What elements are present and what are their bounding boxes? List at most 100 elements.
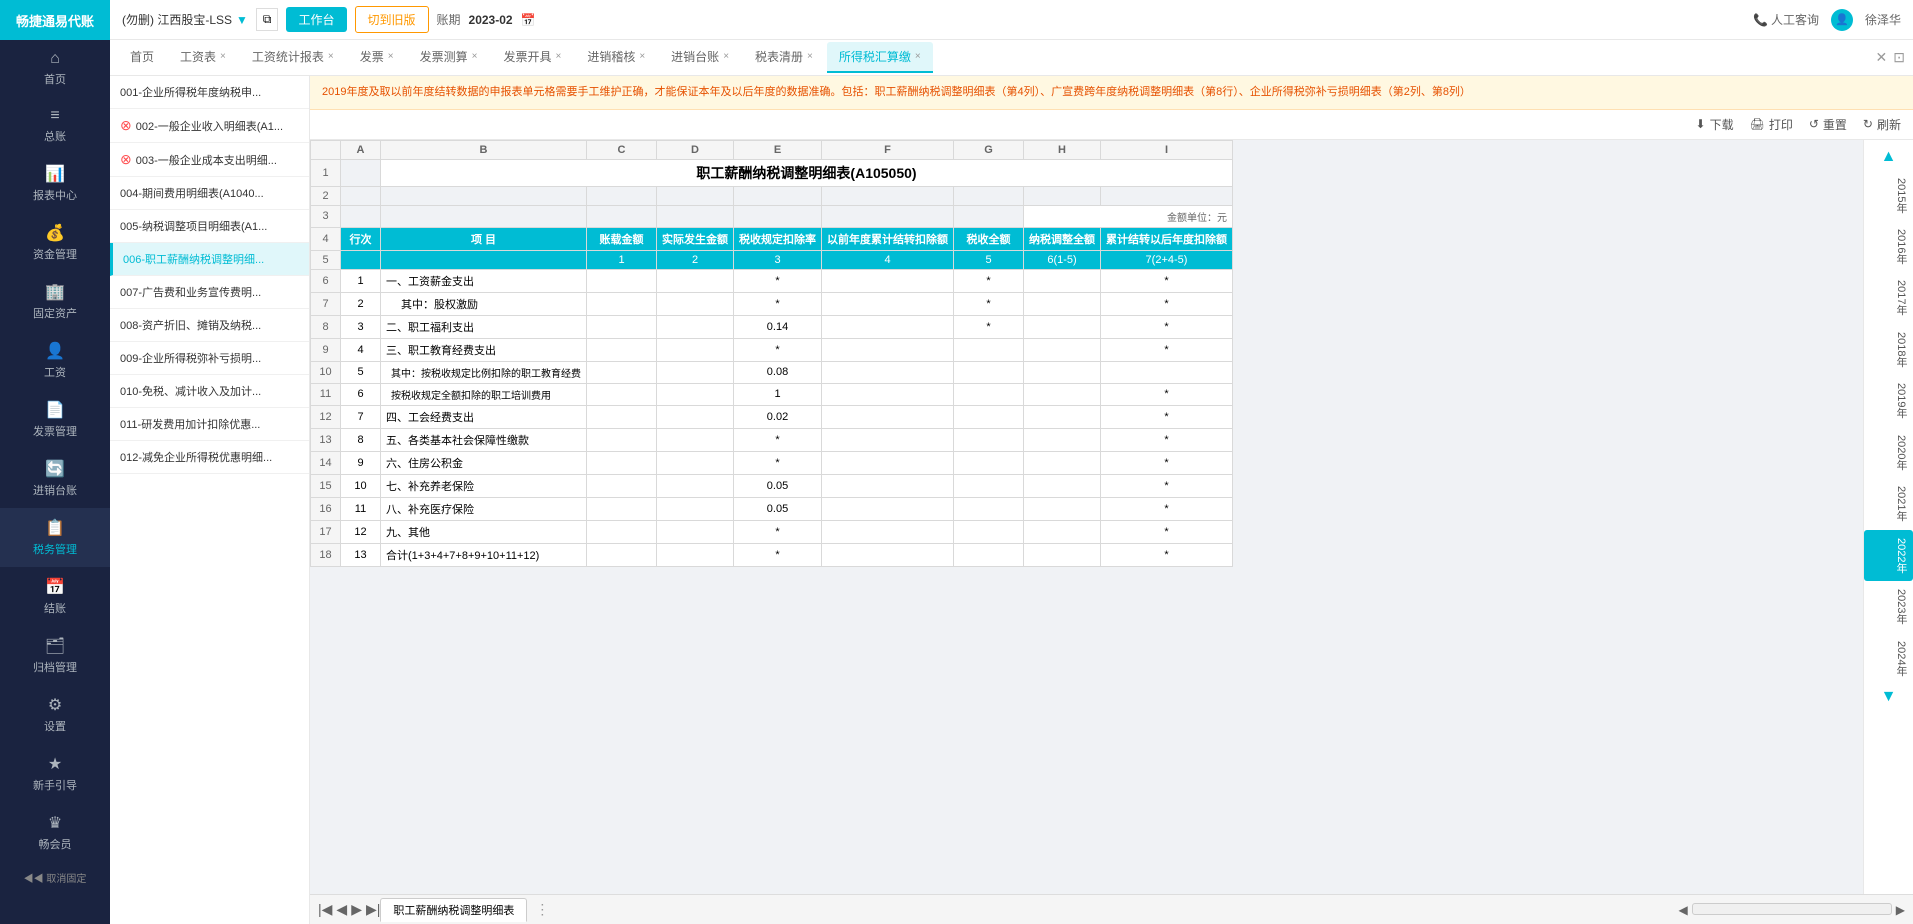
tab-inout-ledger-close[interactable]: × (723, 51, 729, 62)
tab-inout-check[interactable]: 进销稽核 × (575, 42, 657, 73)
cell-12-D[interactable] (657, 405, 734, 428)
list-item-004[interactable]: 004-期间费用明细表(A1040... (110, 177, 309, 210)
cell-18-H[interactable] (1024, 543, 1101, 566)
tab-close-all[interactable]: ✕ (1876, 49, 1888, 66)
cell-13-C[interactable] (587, 428, 657, 451)
cell-15-H[interactable] (1024, 474, 1101, 497)
sheet-options-icon[interactable]: ⋮ (535, 901, 549, 918)
cell-17-H[interactable] (1024, 520, 1101, 543)
table-wrapper[interactable]: A B C D E F G H I (310, 140, 1863, 895)
tab-invoice-open[interactable]: 发票开具 × (491, 42, 573, 73)
list-item-009[interactable]: 009-企业所得税弥补亏损明... (110, 342, 309, 375)
cell-16-H[interactable] (1024, 497, 1101, 520)
cell-7-H[interactable] (1024, 292, 1101, 315)
year-2016[interactable]: 2016年 (1864, 221, 1913, 272)
cell-10-H[interactable] (1024, 361, 1101, 383)
cell-16-C[interactable] (587, 497, 657, 520)
calendar-icon[interactable]: 📅 (521, 13, 536, 27)
refresh-button[interactable]: ↻ 刷新 (1863, 116, 1901, 133)
list-item-012[interactable]: 012-减免企业所得税优惠明细... (110, 441, 309, 474)
cancel-fixed-btn[interactable]: ◀◀ 取消固定 (0, 862, 110, 893)
cell-18-C[interactable] (587, 543, 657, 566)
list-item-006[interactable]: 006-职工薪酬纳税调整明细... (110, 243, 309, 276)
sidebar-item-guide[interactable]: ★ 新手引导 (0, 744, 110, 803)
tab-home[interactable]: 首页 (118, 42, 166, 73)
cell-7-F[interactable] (822, 292, 954, 315)
tab-invoice-open-close[interactable]: × (555, 51, 561, 62)
scroll-right-btn[interactable]: ▶ (1896, 903, 1905, 917)
cell-9-H[interactable] (1024, 338, 1101, 361)
cell-13-H[interactable] (1024, 428, 1101, 451)
tab-invoice-calc-close[interactable]: × (472, 51, 478, 62)
sidebar-item-fixed[interactable]: 🏢 固定资产 (0, 272, 110, 331)
list-item-003[interactable]: ⊗ 003-一般企业成本支出明细... (110, 143, 309, 177)
tab-tax-clearance[interactable]: 税表清册 × (743, 42, 825, 73)
cell-17-F[interactable] (822, 520, 954, 543)
sidebar-item-invoice[interactable]: 📄 发票管理 (0, 390, 110, 449)
cell-15-F[interactable] (822, 474, 954, 497)
reset-button[interactable]: ↺ 重置 (1809, 116, 1847, 133)
cell-12-F[interactable] (822, 405, 954, 428)
cell-9-D[interactable] (657, 338, 734, 361)
cell-17-D[interactable] (657, 520, 734, 543)
cell-6-H[interactable] (1024, 269, 1101, 292)
sidebar-item-home[interactable]: ⌂ 首页 (0, 40, 110, 97)
nav-last[interactable]: ▶| (366, 901, 380, 918)
year-scroll-up[interactable]: ▲ (1877, 144, 1901, 170)
cell-13-D[interactable] (657, 428, 734, 451)
cell-13-F[interactable] (822, 428, 954, 451)
nav-first[interactable]: |◀ (318, 901, 332, 918)
cell-6-C[interactable] (587, 269, 657, 292)
cell-12-C[interactable] (587, 405, 657, 428)
year-2022[interactable]: 2022年 (1864, 530, 1913, 581)
workspace-button[interactable]: 工作台 (286, 7, 346, 32)
cell-10-F[interactable] (822, 361, 954, 383)
tab-inout-check-close[interactable]: × (639, 51, 645, 62)
cell-18-D[interactable] (657, 543, 734, 566)
sidebar-item-close[interactable]: 📅 结账 (0, 567, 110, 626)
tab-invoice-close[interactable]: × (388, 51, 394, 62)
cell-15-C[interactable] (587, 474, 657, 497)
cell-7-C[interactable] (587, 292, 657, 315)
cell-6-D[interactable] (657, 269, 734, 292)
list-item-007[interactable]: 007-广告费和业务宣传费明... (110, 276, 309, 309)
cell-16-F[interactable] (822, 497, 954, 520)
year-2020[interactable]: 2020年 (1864, 427, 1913, 478)
cell-15-D[interactable] (657, 474, 734, 497)
cell-11-H[interactable] (1024, 383, 1101, 405)
cell-12-H[interactable] (1024, 405, 1101, 428)
tab-invoice-calc[interactable]: 发票测算 × (408, 42, 490, 73)
copy-icon-btn[interactable]: ⧉ (256, 8, 279, 31)
cell-14-D[interactable] (657, 451, 734, 474)
nav-prev[interactable]: ◀ (336, 901, 347, 918)
tab-invoice[interactable]: 发票 × (348, 42, 406, 73)
tab-income-tax[interactable]: 所得税汇算缴 × (827, 42, 933, 73)
cell-7-D[interactable] (657, 292, 734, 315)
year-2023[interactable]: 2023年 (1864, 581, 1913, 632)
cell-6-F[interactable] (822, 269, 954, 292)
cell-18-F[interactable] (822, 543, 954, 566)
tab-payroll-stat[interactable]: 工资统计报表 × (240, 42, 346, 73)
list-item-002[interactable]: ⊗ 002-一般企业收入明细表(A1... (110, 109, 309, 143)
company-selector[interactable]: (勿删) 江西股宝-LSS ▼ (122, 11, 248, 28)
cell-14-H[interactable] (1024, 451, 1101, 474)
sidebar-item-archive[interactable]: 🗂 归档管理 (0, 626, 110, 685)
year-2024[interactable]: 2024年 (1864, 633, 1913, 684)
year-2019[interactable]: 2019年 (1864, 375, 1913, 426)
sidebar-item-report[interactable]: 📊 报表中心 (0, 154, 110, 213)
sidebar-item-ledger[interactable]: ≡ 总账 (0, 97, 110, 154)
cell-8-F[interactable] (822, 315, 954, 338)
cell-16-D[interactable] (657, 497, 734, 520)
list-item-001[interactable]: 001-企业所得税年度纳税申... (110, 76, 309, 109)
cell-11-C[interactable] (587, 383, 657, 405)
tab-payroll-stat-close[interactable]: × (328, 51, 334, 62)
cell-8-D[interactable] (657, 315, 734, 338)
cell-9-C[interactable] (587, 338, 657, 361)
tab-payroll-close[interactable]: × (220, 51, 226, 62)
cell-14-F[interactable] (822, 451, 954, 474)
sidebar-item-vip[interactable]: ♛ 畅会员 (0, 803, 110, 862)
cell-14-C[interactable] (587, 451, 657, 474)
print-button[interactable]: 🖨 打印 (1750, 116, 1793, 133)
cell-8-C[interactable] (587, 315, 657, 338)
switch-period-button[interactable]: 切到旧版 (355, 6, 429, 33)
